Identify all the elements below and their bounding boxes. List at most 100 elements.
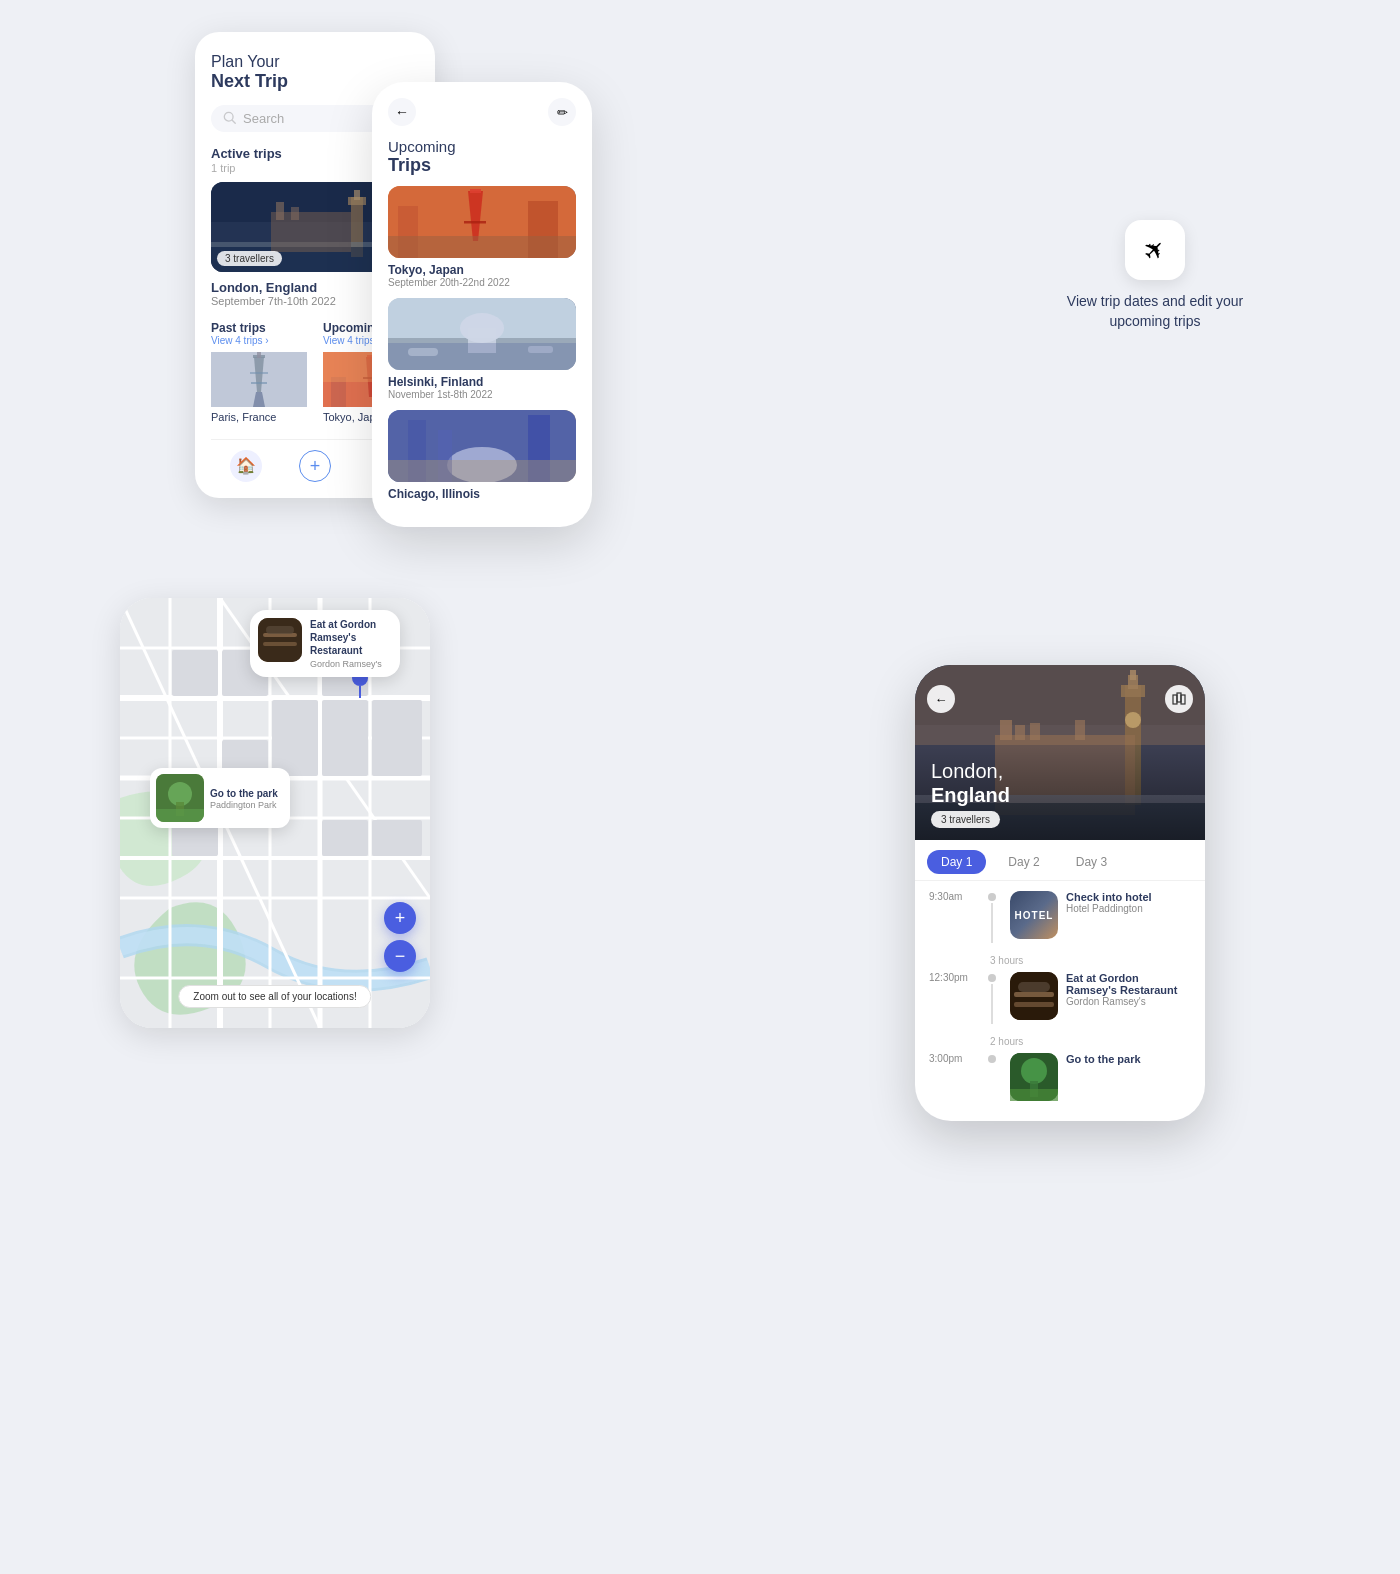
svg-rect-71	[322, 820, 368, 856]
upcoming-back-button[interactable]: ←	[388, 98, 416, 126]
nav-add-icon[interactable]: +	[299, 450, 331, 482]
london-country: England	[931, 784, 1010, 806]
svg-rect-16	[250, 372, 268, 374]
park-content: Go to the park	[1010, 1053, 1191, 1101]
svg-rect-70	[222, 740, 268, 776]
itinerary: 9:30am HOTEL Check into hotel Hotel Padd…	[915, 881, 1205, 1121]
hotel-text: Check into hotel Hotel Paddington	[1066, 891, 1152, 914]
svg-rect-108	[1018, 982, 1050, 992]
park-time: 3:00pm	[929, 1053, 974, 1064]
svg-rect-11	[291, 207, 299, 220]
london-hero: ← London, England 3 travellers	[915, 665, 1205, 840]
map-container: Eat at Gordon Ramsey's Restaraunt Gordon…	[120, 598, 430, 1028]
svg-rect-64	[172, 650, 218, 696]
hotel-dot	[988, 893, 996, 901]
hotel-subtitle: Hotel Paddington	[1066, 903, 1152, 914]
tokyo-trip-card[interactable]: Tokyo, Japan September 20th-22nd 2022	[388, 186, 576, 288]
hotel-time-col: 9:30am	[929, 891, 974, 902]
london-back-button[interactable]: ←	[927, 685, 955, 713]
right-info: ✈ View trip dates and edit your upcoming…	[1055, 220, 1255, 331]
svg-rect-33	[388, 236, 576, 258]
svg-rect-112	[1010, 1089, 1058, 1101]
nav-home-icon[interactable]: 🏠	[230, 450, 262, 482]
svg-rect-106	[1014, 992, 1054, 997]
restaurant-icon-col	[984, 972, 1000, 1024]
past-trips-link[interactable]: View 4 trips ›	[211, 335, 307, 346]
itinerary-item-restaurant: 12:30pm Eat	[929, 972, 1191, 1024]
hotel-title: Check into hotel	[1066, 891, 1152, 903]
london-hero-overlay: London, England 3 travellers	[915, 747, 1205, 840]
upcoming-title-line1: Upcoming	[388, 138, 456, 155]
past-trips-label: Past trips	[211, 321, 307, 335]
past-trips-col: Past trips View 4 trips › Paris, France	[211, 321, 307, 423]
upcoming-header-row: ← ✏	[388, 98, 576, 126]
upcoming-edit-button[interactable]: ✏	[548, 98, 576, 126]
plan-line1: Plan Your	[211, 53, 280, 70]
svg-rect-68	[322, 700, 368, 776]
svg-rect-65	[222, 650, 268, 696]
map-icon	[1172, 692, 1186, 706]
helsinki-card-dates: November 1st-8th 2022	[388, 389, 576, 400]
london-city: London,	[931, 760, 1003, 782]
helsinki-trip-card[interactable]: Helsinki, Finland November 1st-8th 2022	[388, 298, 576, 400]
search-placeholder: Search	[243, 111, 284, 126]
restaurant-image	[1010, 972, 1058, 1020]
day-1-tab[interactable]: Day 1	[927, 850, 986, 874]
restaurant-time-col: 12:30pm	[929, 972, 974, 983]
svg-rect-18	[257, 352, 261, 358]
svg-rect-40	[388, 343, 576, 370]
hotel-content: HOTEL Check into hotel Hotel Paddington	[1010, 891, 1191, 939]
helsinki-card-image	[388, 298, 576, 370]
svg-point-74	[352, 670, 368, 686]
chicago-trip-card[interactable]: Chicago, Illinois	[388, 410, 576, 501]
hotel-duration: 3 hours	[929, 953, 1191, 972]
itinerary-item-park: 3:00pm Go to the park	[929, 1053, 1191, 1101]
tokyo-card-name: Tokyo, Japan	[388, 263, 576, 277]
chicago-card-name: Chicago, Illinois	[388, 487, 576, 501]
upcoming-phone: ← ✏ Upcoming Trips Tokyo, Japan	[372, 82, 592, 527]
hotel-line	[991, 903, 993, 943]
svg-point-110	[1021, 1058, 1047, 1084]
plane-icon-wrap: ✈	[1125, 220, 1185, 280]
london-hero-title: London, England	[931, 759, 1189, 807]
paris-trip-name: Paris, France	[211, 411, 307, 423]
tokyo-card-image	[388, 186, 576, 258]
right-info-text: View trip dates and edit your upcoming t…	[1055, 292, 1255, 331]
london-travellers-badge: 3 travellers	[931, 811, 1000, 828]
bottom-section: Eat at Gordon Ramsey's Restaraunt Gordon…	[0, 570, 1400, 1574]
svg-rect-29	[464, 221, 486, 224]
itinerary-item-hotel: 9:30am HOTEL Check into hotel Hotel Padd…	[929, 891, 1191, 943]
svg-rect-72	[372, 700, 422, 776]
restaurant-content: Eat at Gordon Ramsey's Restaraunt Gordon…	[1010, 972, 1191, 1020]
hotel-time: 9:30am	[929, 891, 974, 902]
plan-line2: Next Trip	[211, 71, 288, 91]
svg-point-76	[207, 790, 223, 806]
day-tabs: Day 1 Day 2 Day 3	[915, 840, 1205, 881]
svg-rect-30	[470, 189, 481, 193]
hotel-image: HOTEL	[1010, 891, 1058, 939]
map-phone: Eat at Gordon Ramsey's Restaraunt Gordon…	[120, 598, 430, 1028]
map-svg	[120, 598, 430, 1028]
svg-rect-67	[272, 700, 318, 776]
restaurant-subtitle: Gordon Ramsey's	[1066, 996, 1191, 1007]
restaurant-line	[991, 984, 993, 1024]
day-2-tab[interactable]: Day 2	[994, 850, 1053, 874]
park-text: Go to the park	[1066, 1053, 1141, 1065]
svg-rect-104	[1181, 695, 1185, 704]
search-icon	[223, 111, 237, 125]
day-3-tab[interactable]: Day 3	[1062, 850, 1121, 874]
london-map-button[interactable]	[1165, 685, 1193, 713]
travellers-badge: 3 travellers	[217, 251, 282, 266]
london-phone-nav: ←	[915, 677, 1205, 721]
hotel-icon-col	[984, 891, 1000, 943]
chicago-card-image	[388, 410, 576, 482]
svg-rect-6	[354, 190, 360, 200]
park-title: Go to the park	[1066, 1053, 1141, 1065]
restaurant-time: 12:30pm	[929, 972, 974, 983]
plane-icon: ✈	[1136, 231, 1173, 268]
svg-rect-73	[372, 820, 422, 856]
helsinki-card-name: Helsinki, Finland	[388, 375, 576, 389]
london-phone: ← London, England 3 travellers D	[915, 665, 1205, 1121]
restaurant-dot	[988, 974, 996, 982]
park-image	[1010, 1053, 1058, 1101]
